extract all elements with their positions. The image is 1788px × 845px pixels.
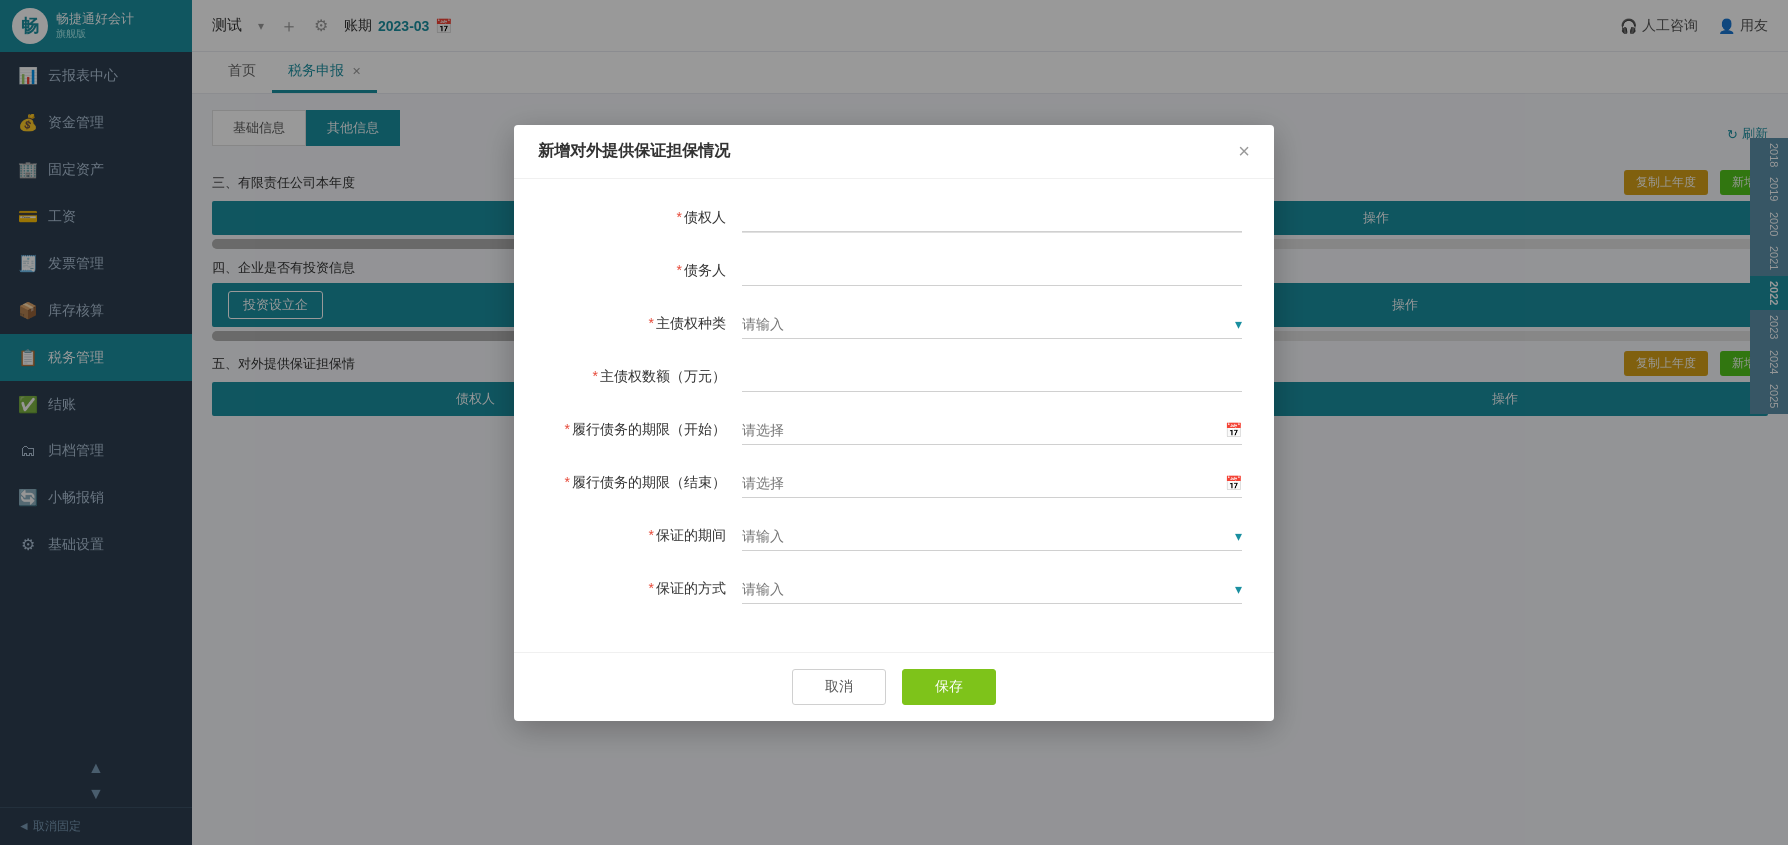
creditor-type-select-wrap: ▾ [742,310,1242,339]
modal-overlay[interactable]: 新增对外提供保证担保情况 × *债权人 *债务人 [0,0,1788,845]
guarantee-method-label: *保证的方式 [546,580,726,598]
modal-body: *债权人 *债务人 *主债权种类 [514,179,1274,652]
debt-end-label: *履行债务的期限（结束） [546,474,726,492]
debt-end-input[interactable] [742,469,1225,497]
creditor-amount-input-wrap [742,363,1242,392]
modal-title: 新增对外提供保证担保情况 [538,141,730,162]
creditor-type-input[interactable] [742,310,1235,338]
guarantee-period-arrow-icon[interactable]: ▾ [1235,528,1242,544]
debt-start-input[interactable] [742,416,1225,444]
form-row-creditor-amount: *主债权数额（万元） [546,363,1242,392]
guarantee-period-label: *保证的期间 [546,527,726,545]
debt-end-date-wrap: 📅 [742,469,1242,498]
form-row-debtor: *债务人 [546,257,1242,286]
modal-footer: 取消 保存 [514,652,1274,721]
creditor-type-label: *主债权种类 [546,315,726,333]
debtor-label: *债务人 [546,262,726,280]
creditor-input-wrap [742,203,1242,233]
guarantee-method-input[interactable] [742,575,1235,603]
creditor-label: *债权人 [546,209,726,227]
form-row-creditor: *债权人 [546,203,1242,233]
creditor-amount-label: *主债权数额（万元） [546,368,726,386]
debt-end-calendar-icon[interactable]: 📅 [1225,475,1242,491]
guarantee-period-select-wrap: ▾ [742,522,1242,551]
debt-start-label: *履行债务的期限（开始） [546,421,726,439]
form-row-guarantee-period: *保证的期间 ▾ [546,522,1242,551]
form-row-guarantee-method: *保证的方式 ▾ [546,575,1242,604]
form-row-creditor-type: *主债权种类 ▾ [546,310,1242,339]
debtor-input-wrap [742,257,1242,286]
creditor-input[interactable] [742,203,1242,232]
creditor-type-arrow-icon[interactable]: ▾ [1235,316,1242,332]
form-row-debt-start: *履行债务的期限（开始） 📅 [546,416,1242,445]
modal: 新增对外提供保证担保情况 × *债权人 *债务人 [514,125,1274,721]
debt-start-date-wrap: 📅 [742,416,1242,445]
creditor-amount-input[interactable] [742,363,1242,392]
guarantee-method-select-wrap: ▾ [742,575,1242,604]
form-row-debt-end: *履行债务的期限（结束） 📅 [546,469,1242,498]
save-button[interactable]: 保存 [902,669,996,705]
debtor-input[interactable] [742,257,1242,286]
modal-header: 新增对外提供保证担保情况 × [514,125,1274,179]
cancel-button[interactable]: 取消 [792,669,886,705]
guarantee-method-arrow-icon[interactable]: ▾ [1235,581,1242,597]
debt-start-calendar-icon[interactable]: 📅 [1225,422,1242,438]
guarantee-period-input[interactable] [742,522,1235,550]
modal-close-button[interactable]: × [1238,141,1250,161]
